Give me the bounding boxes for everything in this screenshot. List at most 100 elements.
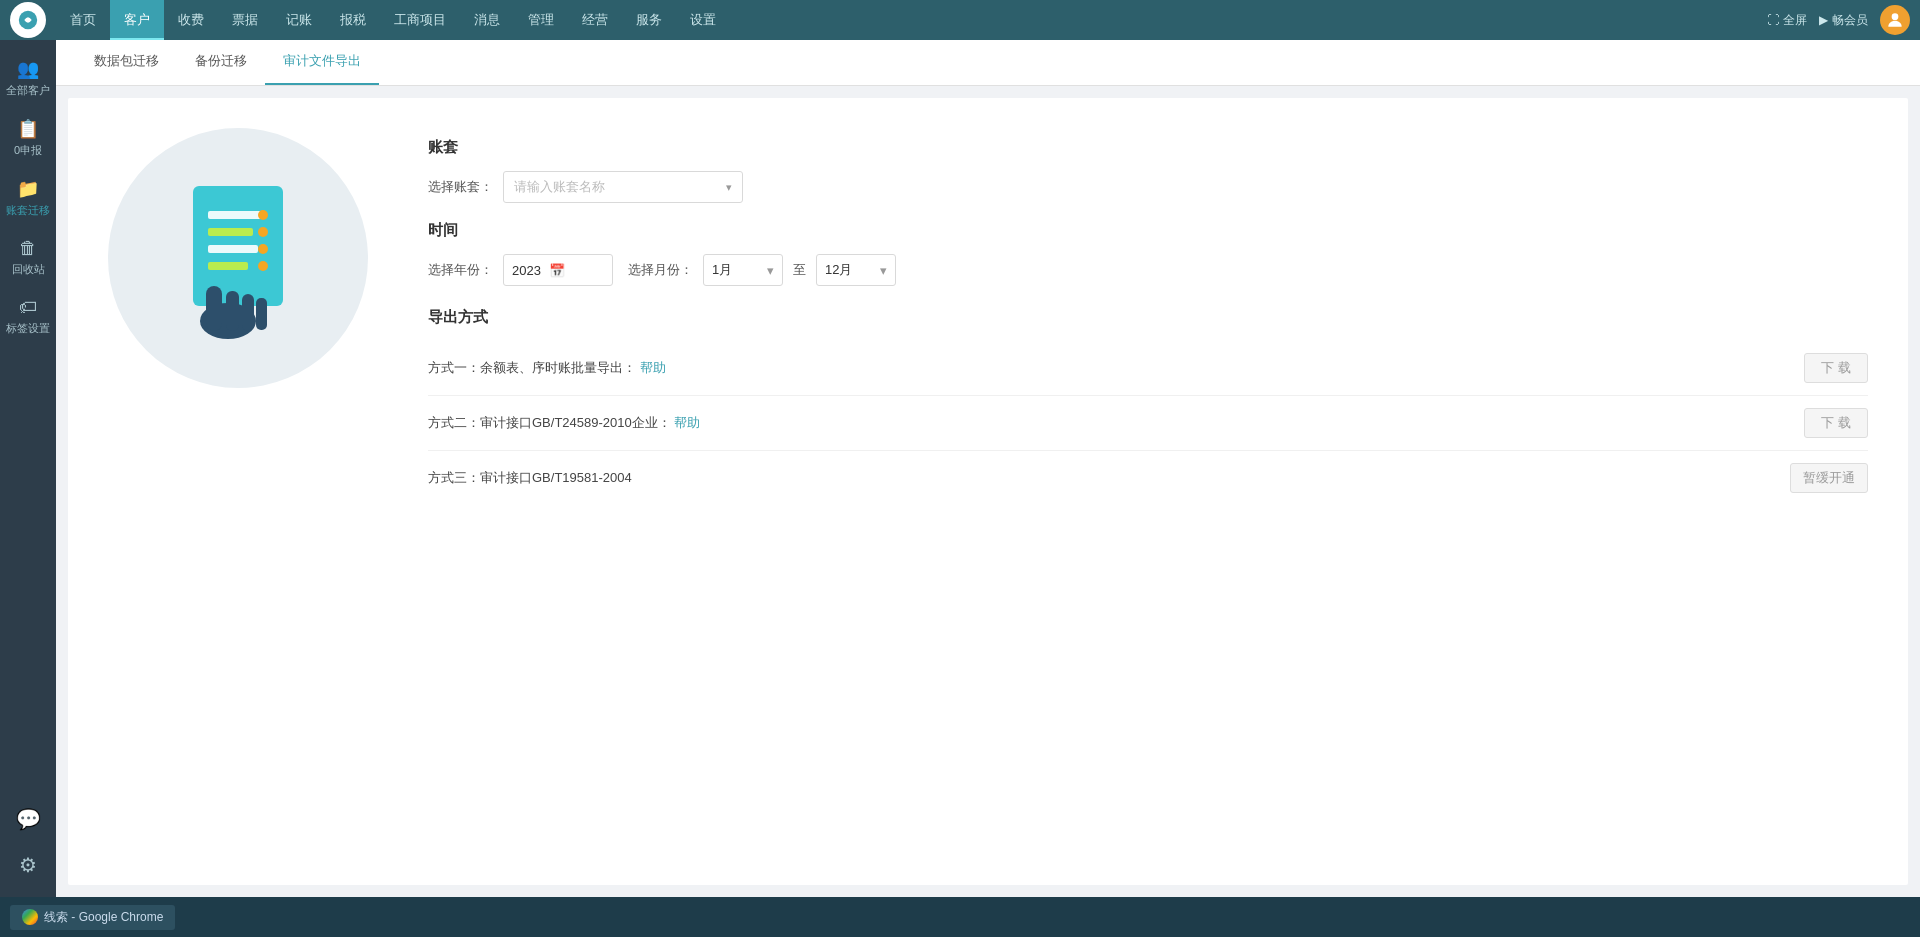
svg-rect-13: [226, 291, 239, 331]
sidebar-item-account-migrate[interactable]: 📁 账套迁移: [0, 168, 56, 228]
svg-rect-12: [206, 286, 222, 331]
account-select-input[interactable]: 请输入账套名称 ▾: [503, 171, 743, 203]
user-avatar[interactable]: [1880, 5, 1910, 35]
year-value: 2023: [512, 263, 541, 278]
svg-point-7: [258, 210, 268, 220]
svg-rect-4: [208, 228, 253, 236]
month-end-value: 12月: [825, 261, 852, 279]
page-content: 账套 选择账套： 请输入账套名称 ▾ 时间 选择年份：: [68, 98, 1908, 885]
export-row-3: 方式三：审计接口GB/T19581-2004 暂缓开通: [428, 451, 1868, 505]
month-label: 选择月份：: [623, 261, 693, 279]
top-nav-right: ⛶ 全屏 ▶ 畅会员: [1767, 5, 1910, 35]
member-label: 畅会员: [1832, 12, 1868, 29]
time-section: 时间 选择年份： 2023 📅 选择月份： 1月 ▾: [428, 221, 1868, 286]
sidebar-label-account-migrate: 账套迁移: [6, 203, 50, 218]
tab-data-migrate[interactable]: 数据包迁移: [76, 40, 177, 85]
tab-backup-migrate[interactable]: 备份迁移: [177, 40, 265, 85]
sidebar-item-zero-declare[interactable]: 📋 0申报: [0, 108, 56, 168]
sidebar: 👥 全部客户 📋 0申报 📁 账套迁移 🗑 回收站 🏷 标签设置 💬 ⚙: [0, 40, 56, 897]
nav-manage[interactable]: 管理: [514, 0, 568, 40]
export-label-1: 方式一：余额表、序时账批量导出： 帮助: [428, 359, 1794, 377]
sidebar-label-recycle: 回收站: [12, 262, 45, 277]
svg-rect-6: [208, 262, 248, 270]
time-separator: 至: [793, 261, 806, 279]
svg-point-10: [258, 261, 268, 271]
top-nav: 首页 客户 收费 票据 记账 报税 工商项目 消息 管理 经营 服务 设置 ⛶ …: [0, 0, 1920, 40]
chrome-icon: [22, 909, 38, 925]
account-select-label: 选择账套：: [428, 178, 493, 196]
nav-billing[interactable]: 收费: [164, 0, 218, 40]
member-button[interactable]: ▶ 畅会员: [1819, 12, 1868, 29]
export-row-2: 方式二：审计接口GB/T24589-2010企业： 帮助 下 载: [428, 396, 1868, 451]
sidebar-bottom: 💬 ⚙: [8, 799, 49, 897]
export-section: 导出方式 方式一：余额表、序时账批量导出： 帮助 下 载 方式二：审计接口GB/…: [428, 308, 1868, 505]
account-migrate-icon: 📁: [17, 178, 39, 200]
illustration: [108, 128, 368, 388]
year-label: 选择年份：: [428, 261, 493, 279]
fullscreen-button[interactable]: ⛶ 全屏: [1767, 12, 1807, 29]
export-download-btn-1[interactable]: 下 载: [1804, 353, 1868, 383]
svg-rect-5: [208, 245, 258, 253]
all-customers-icon: 👥: [17, 58, 39, 80]
export-row-1: 方式一：余额表、序时账批量导出： 帮助 下 载: [428, 341, 1868, 396]
account-select-row: 选择账套： 请输入账套名称 ▾: [428, 171, 1868, 203]
illustration-svg: [158, 166, 318, 351]
svg-point-1: [1892, 13, 1899, 20]
sidebar-item-all-customers[interactable]: 👥 全部客户: [0, 48, 56, 108]
tab-audit-export[interactable]: 审计文件导出: [265, 40, 379, 85]
time-section-title: 时间: [428, 221, 1868, 240]
time-row: 选择年份： 2023 📅 选择月份： 1月 ▾ 至: [428, 254, 1868, 286]
sidebar-help-icon[interactable]: 💬: [8, 799, 49, 839]
nav-service[interactable]: 服务: [622, 0, 676, 40]
content-area: 数据包迁移 备份迁移 审计文件导出: [56, 40, 1920, 897]
nav-items: 首页 客户 收费 票据 记账 报税 工商项目 消息 管理 经营 服务 设置: [56, 0, 1767, 40]
fullscreen-label: 全屏: [1783, 12, 1807, 29]
nav-accounting[interactable]: 记账: [272, 0, 326, 40]
export-section-title: 导出方式: [428, 308, 1868, 327]
nav-message[interactable]: 消息: [460, 0, 514, 40]
svg-rect-15: [256, 298, 267, 330]
app-logo[interactable]: [10, 2, 46, 38]
month-start-value: 1月: [712, 261, 732, 279]
export-open-btn-3[interactable]: 暂缓开通: [1790, 463, 1868, 493]
chevron-down-icon: ▾: [726, 181, 732, 194]
export-label-2: 方式二：审计接口GB/T24589-2010企业： 帮助: [428, 414, 1794, 432]
nav-settings[interactable]: 设置: [676, 0, 730, 40]
chevron-down-month-end-icon: ▾: [880, 263, 887, 278]
zero-declare-icon: 📋: [17, 118, 39, 140]
sidebar-label-tag-settings: 标签设置: [6, 321, 50, 336]
month-end-select[interactable]: 12月 ▾: [816, 254, 896, 286]
nav-business[interactable]: 工商项目: [380, 0, 460, 40]
calendar-icon: 📅: [549, 263, 565, 278]
taskbar-chrome-item[interactable]: 线索 - Google Chrome: [10, 905, 175, 930]
svg-point-8: [258, 227, 268, 237]
member-icon: ▶: [1819, 13, 1828, 27]
sidebar-item-recycle[interactable]: 🗑 回收站: [0, 228, 56, 287]
month-start-select[interactable]: 1月 ▾: [703, 254, 783, 286]
nav-operation[interactable]: 经营: [568, 0, 622, 40]
tabs-bar: 数据包迁移 备份迁移 审计文件导出: [56, 40, 1920, 86]
sidebar-label-all-customers: 全部客户: [6, 83, 50, 98]
svg-rect-14: [242, 294, 254, 331]
export-label-3: 方式三：审计接口GB/T19581-2004: [428, 469, 1780, 487]
nav-customer[interactable]: 客户: [110, 0, 164, 40]
form-side: 账套 选择账套： 请输入账套名称 ▾ 时间 选择年份：: [428, 128, 1868, 505]
export-download-btn-2[interactable]: 下 载: [1804, 408, 1868, 438]
fullscreen-icon: ⛶: [1767, 13, 1779, 27]
taskbar: 线索 - Google Chrome: [0, 897, 1920, 937]
export-help-link-2[interactable]: 帮助: [674, 415, 700, 430]
nav-invoice[interactable]: 票据: [218, 0, 272, 40]
svg-point-9: [258, 244, 268, 254]
export-help-link-1[interactable]: 帮助: [640, 360, 666, 375]
nav-tax[interactable]: 报税: [326, 0, 380, 40]
sidebar-support-icon[interactable]: ⚙: [11, 845, 45, 885]
svg-rect-3: [208, 211, 263, 219]
year-input[interactable]: 2023 📅: [503, 254, 613, 286]
account-select-placeholder: 请输入账套名称: [514, 178, 605, 196]
sidebar-item-tag-settings[interactable]: 🏷 标签设置: [0, 287, 56, 346]
recycle-icon: 🗑: [19, 238, 37, 259]
chevron-down-month-icon: ▾: [767, 263, 774, 278]
nav-home[interactable]: 首页: [56, 0, 110, 40]
page-inner: 账套 选择账套： 请输入账套名称 ▾ 时间 选择年份：: [108, 128, 1868, 505]
main-layout: 👥 全部客户 📋 0申报 📁 账套迁移 🗑 回收站 🏷 标签设置 💬 ⚙ 数据包…: [0, 40, 1920, 897]
